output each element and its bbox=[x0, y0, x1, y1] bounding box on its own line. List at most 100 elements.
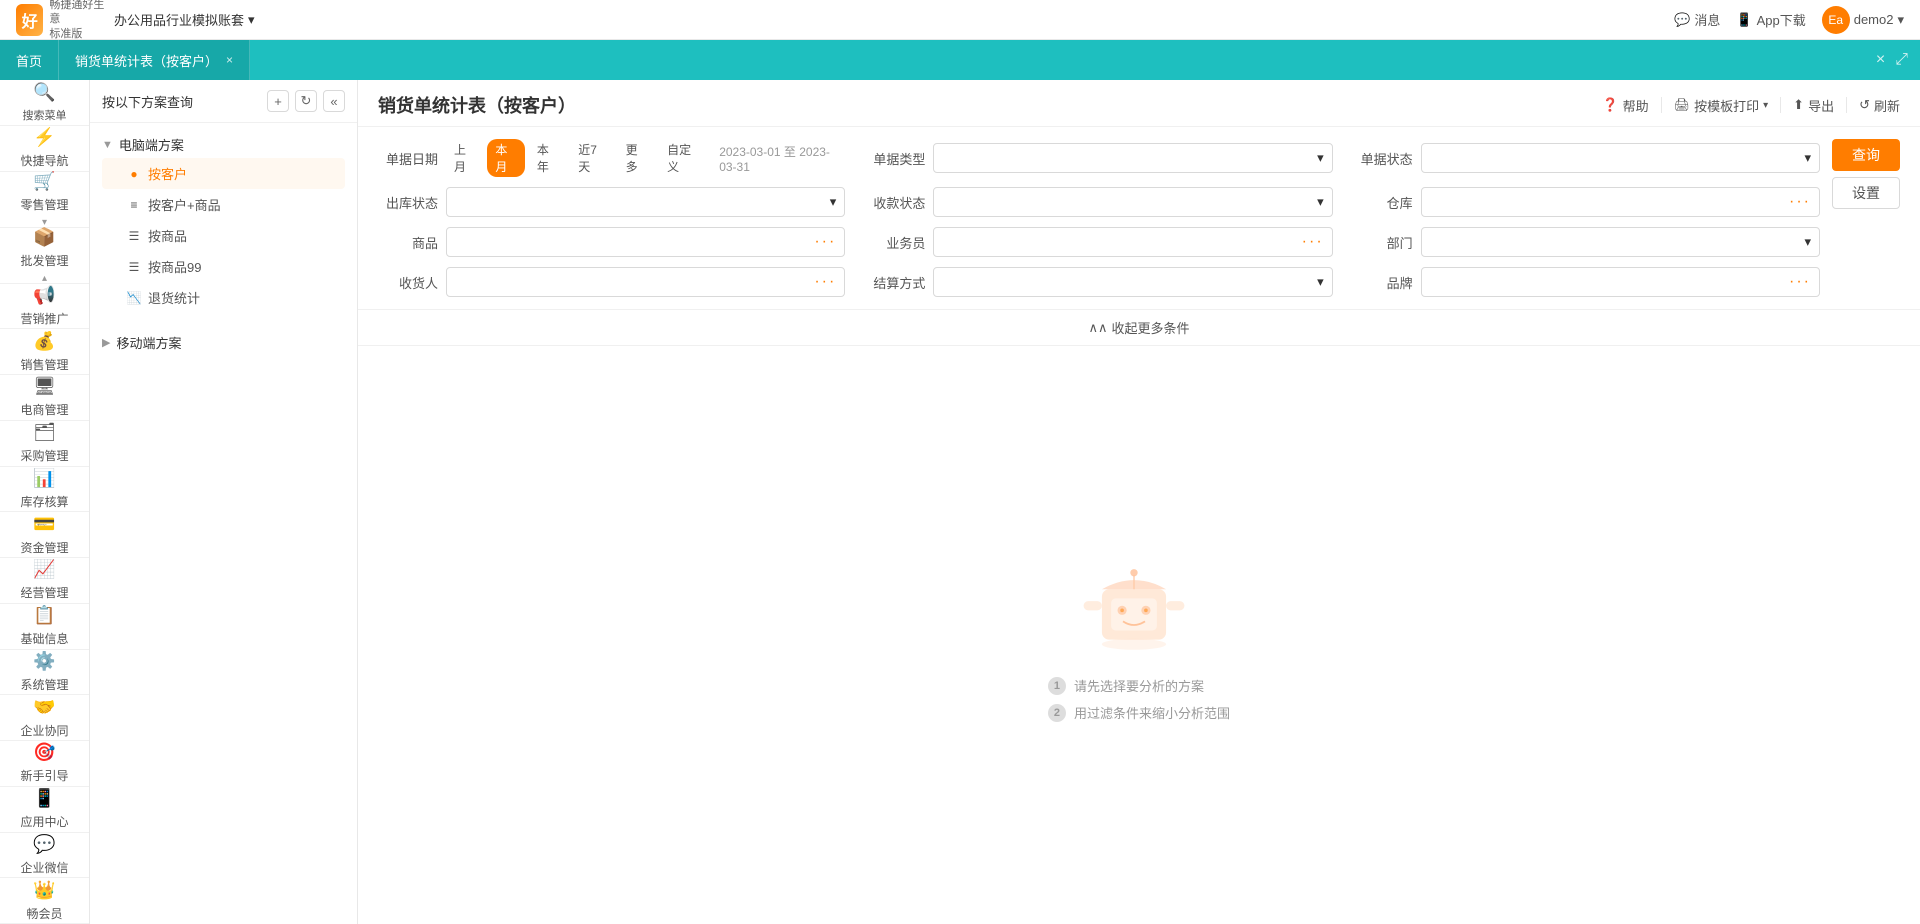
refresh-icon: ↺ bbox=[1859, 97, 1870, 113]
scheme-item-by-goods[interactable]: ☰ 按商品 bbox=[102, 220, 345, 251]
dept-select[interactable]: ▾ bbox=[1421, 227, 1820, 257]
date-tab-7days[interactable]: 近7天 bbox=[570, 139, 613, 177]
mobile-scheme-section: ▶ 移动端方案 bbox=[90, 321, 357, 364]
sidebar-item-wechat[interactable]: 💬 企业微信 bbox=[0, 833, 89, 879]
template-print-button[interactable]: 🖨 按模板打印 ▾ bbox=[1674, 96, 1769, 115]
sidebar-item-enterprise[interactable]: 🤝 企业协同 bbox=[0, 695, 89, 741]
filter-area: 单据日期 上月 本月 本年 近7天 更多 自定义 bbox=[358, 127, 1920, 310]
payment-filter: 收款状态 ▾ bbox=[865, 187, 1332, 217]
bill-type-filter: 单据类型 ▾ bbox=[865, 143, 1332, 173]
tip-2-num: 2 bbox=[1048, 704, 1066, 722]
sidebar-item-ecom[interactable]: 🖥 电商管理 bbox=[0, 375, 89, 421]
scheme-item-return-stats[interactable]: 📉 退货统计 bbox=[102, 282, 345, 313]
marketing-icon: 📢 bbox=[33, 285, 55, 306]
newbie-icon: 🎯 bbox=[33, 742, 55, 763]
minimize-button[interactable]: × bbox=[1876, 51, 1885, 69]
refresh-scheme-button[interactable]: ↻ bbox=[295, 90, 317, 112]
scheme-item-by-customer[interactable]: ● 按客户 bbox=[102, 158, 345, 189]
date-tab-last-month[interactable]: 上月 bbox=[446, 139, 483, 177]
sidebar-item-member[interactable]: 👑 畅会员 bbox=[0, 878, 89, 924]
scheme-item-by-customer-goods[interactable]: ≡ 按客户+商品 bbox=[102, 189, 345, 220]
goods-select[interactable]: ··· bbox=[446, 227, 845, 257]
empty-tip-1: 1 请先选择要分析的方案 bbox=[1048, 676, 1230, 695]
outbound-select[interactable]: ▾ bbox=[446, 187, 845, 217]
content-area: 按以下方案查询 + ↻ « ▼ 电脑端方案 ● 按客户 ≡ bbox=[90, 80, 1920, 924]
bill-type-label: 单据类型 bbox=[865, 149, 925, 168]
sidebar: 🔍 搜索菜单 ⚡ 快捷导航 🛒 零售管理 ▾ 📦 批发管理 ▴ 📢 营销推广 💰… bbox=[0, 80, 90, 924]
refresh-button[interactable]: ↺ 刷新 bbox=[1859, 96, 1900, 115]
tab-sales-stats[interactable]: 销货单统计表（按客户） × bbox=[59, 40, 250, 80]
help-button[interactable]: ❓ 帮助 bbox=[1602, 96, 1648, 115]
sidebar-item-newbie[interactable]: 🎯 新手引导 bbox=[0, 741, 89, 787]
date-tab-this-month[interactable]: 本月 bbox=[487, 139, 524, 177]
filter-row-1: 单据日期 上月 本月 本年 近7天 更多 自定义 bbox=[378, 139, 1820, 177]
dots-icon: ··· bbox=[814, 273, 836, 291]
collapse-bar[interactable]: ∧∧ 收起更多条件 bbox=[358, 310, 1920, 346]
date-range-text: 2023-03-01 至 2023-03-31 bbox=[719, 143, 845, 174]
export-button[interactable]: ⬆ 导出 bbox=[1793, 96, 1834, 115]
tab-close-icon[interactable]: × bbox=[226, 53, 233, 67]
mobile-section-title[interactable]: ▶ 移动端方案 bbox=[102, 329, 345, 356]
staff-select[interactable]: ··· bbox=[933, 227, 1332, 257]
dots-icon: ··· bbox=[1789, 193, 1811, 211]
message-button[interactable]: 💬 消息 bbox=[1674, 10, 1720, 29]
sidebar-item-base[interactable]: 📋 基础信息 bbox=[0, 604, 89, 650]
brand-label: 品牌 bbox=[1353, 273, 1413, 292]
settlement-select[interactable]: ▾ bbox=[933, 267, 1332, 297]
tabs-actions: × ⤢ bbox=[1864, 40, 1920, 80]
payment-select[interactable]: ▾ bbox=[933, 187, 1332, 217]
empty-tip-2: 2 用过滤条件来缩小分析范围 bbox=[1048, 703, 1230, 722]
sidebar-item-purchase[interactable]: 🗂 采购管理 bbox=[0, 421, 89, 467]
bar-chart-icon: 📉 bbox=[126, 290, 142, 306]
chevron-down-icon: ▾ bbox=[830, 194, 837, 210]
bill-type-select[interactable]: ▾ bbox=[933, 143, 1332, 173]
customer-icon: ● bbox=[126, 166, 142, 182]
setting-button[interactable]: 设置 bbox=[1832, 177, 1900, 209]
warehouse-select[interactable]: ··· bbox=[1421, 187, 1820, 217]
bill-status-select[interactable]: ▾ bbox=[1421, 143, 1820, 173]
wechat-icon: 💬 bbox=[33, 834, 55, 855]
search-icon: 🔍 bbox=[33, 82, 55, 103]
outbound-label: 出库状态 bbox=[378, 193, 438, 212]
brand-select[interactable]: ··· bbox=[1421, 267, 1820, 297]
sidebar-item-inventory[interactable]: 📊 库存核算 bbox=[0, 467, 89, 513]
sidebar-item-system[interactable]: ⚙️ 系统管理 bbox=[0, 650, 89, 696]
receiver-select[interactable]: ··· bbox=[446, 267, 845, 297]
receiver-label: 收货人 bbox=[378, 273, 438, 292]
app-download-button[interactable]: 📱 App下载 bbox=[1736, 10, 1805, 29]
maximize-button[interactable]: ⤢ bbox=[1895, 51, 1908, 69]
empty-state: 1 请先选择要分析的方案 2 用过滤条件来缩小分析范围 bbox=[358, 346, 1920, 924]
date-tab-this-year[interactable]: 本年 bbox=[529, 139, 566, 177]
scheme-panel-header: 按以下方案查询 + ↻ « bbox=[90, 80, 357, 123]
date-label: 单据日期 bbox=[378, 149, 438, 168]
sidebar-item-ops[interactable]: 📈 经营管理 bbox=[0, 558, 89, 604]
tab-home[interactable]: 首页 bbox=[0, 40, 59, 80]
page-actions: ❓ 帮助 🖨 按模板打印 ▾ ⬆ 导出 bbox=[1602, 96, 1900, 115]
sidebar-item-sales[interactable]: 💰 销售管理 bbox=[0, 329, 89, 375]
divider bbox=[1661, 97, 1662, 113]
scheme-panel: 按以下方案查询 + ↻ « ▼ 电脑端方案 ● 按客户 ≡ bbox=[90, 80, 358, 924]
sidebar-item-quick-nav[interactable]: ⚡ 快捷导航 bbox=[0, 126, 89, 172]
sidebar-item-retail[interactable]: 🛒 零售管理 ▾ bbox=[0, 172, 89, 228]
chevron-down-icon: ▼ bbox=[102, 139, 113, 151]
dots-icon: ··· bbox=[1302, 233, 1324, 251]
sidebar-item-marketing[interactable]: 📢 营销推广 bbox=[0, 284, 89, 330]
date-tab-custom[interactable]: 自定义 bbox=[659, 139, 707, 177]
date-tab-more[interactable]: 更多 bbox=[618, 139, 655, 177]
sidebar-item-search[interactable]: 🔍 搜索菜单 bbox=[0, 80, 89, 126]
add-scheme-button[interactable]: + bbox=[267, 90, 289, 112]
avatar: Ea bbox=[1822, 6, 1850, 34]
sidebar-item-wholesale[interactable]: 📦 批发管理 ▴ bbox=[0, 228, 89, 284]
scheme-panel-title: 按以下方案查询 bbox=[102, 92, 193, 111]
user-menu[interactable]: Ea demo2 ▾ bbox=[1822, 6, 1904, 34]
sidebar-item-appstore[interactable]: 📱 应用中心 bbox=[0, 787, 89, 833]
scheme-item-by-goods-99[interactable]: ☰ 按商品99 bbox=[102, 251, 345, 282]
sidebar-item-finance[interactable]: 💳 资金管理 bbox=[0, 512, 89, 558]
chevron-down-icon: ▾ bbox=[248, 12, 255, 28]
query-button[interactable]: 查询 bbox=[1832, 139, 1900, 171]
desktop-section-title[interactable]: ▼ 电脑端方案 bbox=[102, 131, 345, 158]
breadcrumb[interactable]: 办公用品行业模拟账套 ▾ bbox=[114, 10, 255, 29]
date-tabs: 上月 本月 本年 近7天 更多 自定义 2023-03-01 至 2023-03… bbox=[446, 139, 845, 177]
collapse-scheme-button[interactable]: « bbox=[323, 90, 345, 112]
bill-status-filter: 单据状态 ▾ bbox=[1353, 143, 1820, 173]
